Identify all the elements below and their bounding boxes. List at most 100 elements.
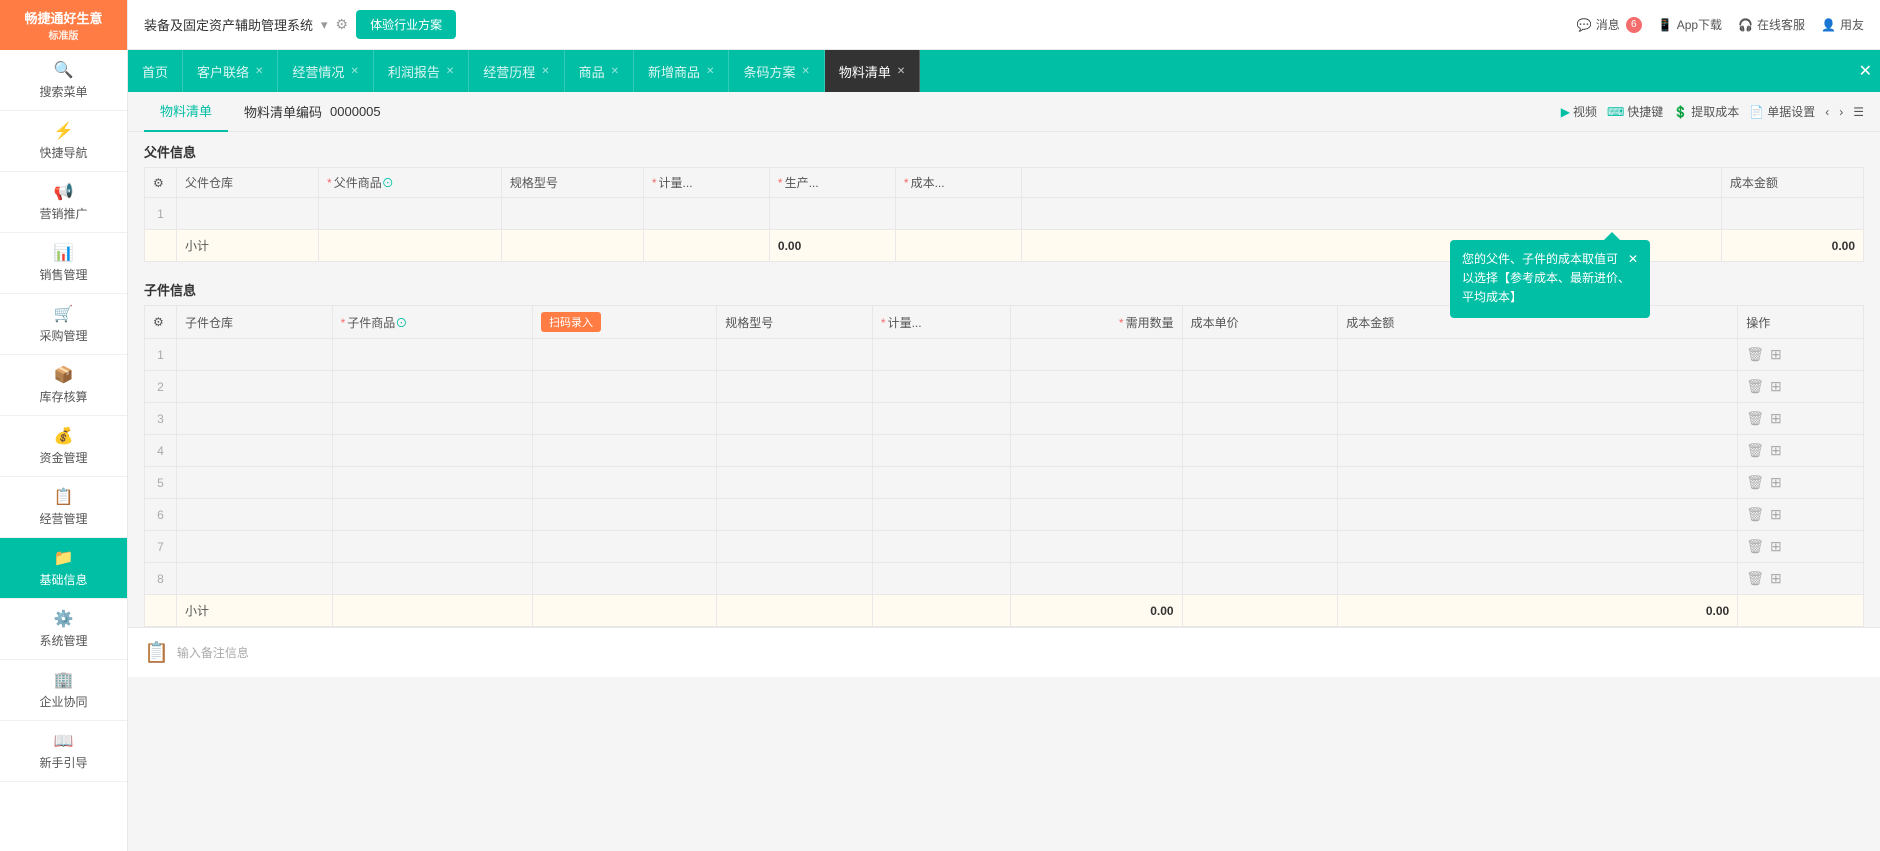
delete-icon-1[interactable]: 🗑 — [1746, 346, 1764, 363]
child-unit-2[interactable] — [872, 371, 1010, 403]
nav-tab-close-7[interactable]: ✕ — [801, 66, 809, 77]
note-placeholder[interactable]: 输入备注信息 — [177, 644, 249, 661]
child-unit-cost-5[interactable] — [1182, 467, 1338, 499]
nav-tab-7[interactable]: 条码方案✕ — [729, 50, 824, 92]
nav-tab-close-6[interactable]: ✕ — [706, 66, 714, 77]
sidebar-item-3[interactable]: 📊销售管理 — [0, 233, 127, 294]
child-scan-5[interactable] — [532, 467, 716, 499]
nav-tab-close-3[interactable]: ✕ — [446, 66, 454, 77]
system-dropdown-icon[interactable]: ▾ — [321, 17, 328, 33]
child-product-7[interactable] — [332, 531, 532, 563]
child-product-5[interactable] — [332, 467, 532, 499]
scan-input-button[interactable]: 扫码录入 — [541, 312, 601, 332]
sidebar-item-7[interactable]: 📋经营管理 — [0, 477, 127, 538]
child-spec-6[interactable] — [717, 499, 873, 531]
nav-tab-close-8[interactable]: ✕ — [897, 66, 905, 77]
sidebar-item-1[interactable]: ⚡快捷导航 — [0, 111, 127, 172]
delete-icon-7[interactable]: 🗑 — [1746, 538, 1764, 555]
sidebar-item-9[interactable]: ⚙️系统管理 — [0, 599, 127, 660]
nav-tab-3[interactable]: 利润报告✕ — [374, 50, 469, 92]
nav-left-btn[interactable]: ‹ — [1825, 105, 1829, 119]
sidebar-item-4[interactable]: 🛒采购管理 — [0, 294, 127, 355]
child-unit-7[interactable] — [872, 531, 1010, 563]
tooltip-close-btn[interactable]: ✕ — [1628, 250, 1638, 269]
child-product-4[interactable] — [332, 435, 532, 467]
sidebar-item-11[interactable]: 📖新手引导 — [0, 721, 127, 782]
child-scan-6[interactable] — [532, 499, 716, 531]
child-unit-cost-7[interactable] — [1182, 531, 1338, 563]
child-qty-6[interactable] — [1011, 499, 1183, 531]
child-qty-8[interactable] — [1011, 563, 1183, 595]
child-unit-cost-6[interactable] — [1182, 499, 1338, 531]
copy-icon-7[interactable]: ⊞ — [1770, 538, 1782, 555]
sidebar-item-0[interactable]: 🔍搜索菜单 — [0, 50, 127, 111]
copy-icon-4[interactable]: ⊞ — [1770, 442, 1782, 459]
child-product-3[interactable] — [332, 403, 532, 435]
parent-col-settings[interactable]: ⚙ — [145, 168, 177, 198]
child-unit-6[interactable] — [872, 499, 1010, 531]
parent-spec-1[interactable] — [501, 198, 643, 230]
copy-icon-1[interactable]: ⊞ — [1770, 346, 1782, 363]
child-qty-4[interactable] — [1011, 435, 1183, 467]
child-unit-8[interactable] — [872, 563, 1010, 595]
child-unit-1[interactable] — [872, 339, 1010, 371]
sidebar-item-5[interactable]: 📦库存核算 — [0, 355, 127, 416]
nav-tab-1[interactable]: 客户联络✕ — [183, 50, 278, 92]
experience-button[interactable]: 体验行业方案 — [356, 10, 456, 39]
nav-tab-4[interactable]: 经营历程✕ — [469, 50, 564, 92]
copy-icon-8[interactable]: ⊞ — [1770, 570, 1782, 587]
user-item[interactable]: 👤 用友 — [1821, 16, 1864, 33]
child-product-2[interactable] — [332, 371, 532, 403]
child-spec-8[interactable] — [717, 563, 873, 595]
child-unit-3[interactable] — [872, 403, 1010, 435]
copy-icon-5[interactable]: ⊞ — [1770, 474, 1782, 491]
delete-icon-6[interactable]: 🗑 — [1746, 506, 1764, 523]
delete-icon-3[interactable]: 🗑 — [1746, 410, 1764, 427]
parent-product-1[interactable] — [319, 198, 502, 230]
child-warehouse-1[interactable] — [177, 339, 333, 371]
child-spec-1[interactable] — [717, 339, 873, 371]
parent-cost-1[interactable] — [895, 198, 1021, 230]
delete-icon-2[interactable]: 🗑 — [1746, 378, 1764, 395]
child-unit-4[interactable] — [872, 435, 1010, 467]
child-col-settings[interactable]: ⚙ — [145, 306, 177, 339]
child-qty-3[interactable] — [1011, 403, 1183, 435]
shortcut-btn[interactable]: ⌨ 快捷键 — [1607, 103, 1663, 120]
nav-tab-0[interactable]: 首页 — [128, 50, 183, 92]
child-scan-4[interactable] — [532, 435, 716, 467]
child-spec-5[interactable] — [717, 467, 873, 499]
settings-icon[interactable]: ⚙ — [336, 16, 349, 33]
single-settings-btn[interactable]: 📄 单据设置 — [1749, 103, 1815, 120]
child-warehouse-4[interactable] — [177, 435, 333, 467]
view-video-btn[interactable]: ▶ 视频 — [1561, 103, 1597, 120]
child-unit-cost-8[interactable] — [1182, 563, 1338, 595]
child-scan-8[interactable] — [532, 563, 716, 595]
nav-tab-close-2[interactable]: ✕ — [350, 66, 358, 77]
child-product-6[interactable] — [332, 499, 532, 531]
nav-tab-close-4[interactable]: ✕ — [541, 66, 549, 77]
child-scan-3[interactable] — [532, 403, 716, 435]
child-unit-5[interactable] — [872, 467, 1010, 499]
sidebar-item-8[interactable]: 📁基础信息 — [0, 538, 127, 599]
child-qty-1[interactable] — [1011, 339, 1183, 371]
child-qty-2[interactable] — [1011, 371, 1183, 403]
sidebar-item-2[interactable]: 📢营销推广 — [0, 172, 127, 233]
child-unit-cost-4[interactable] — [1182, 435, 1338, 467]
child-warehouse-3[interactable] — [177, 403, 333, 435]
child-scan-1[interactable] — [532, 339, 716, 371]
app-download-item[interactable]: 📱 App下载 — [1658, 16, 1722, 33]
sidebar-item-6[interactable]: 💰资金管理 — [0, 416, 127, 477]
copy-icon-6[interactable]: ⊞ — [1770, 506, 1782, 523]
child-unit-cost-1[interactable] — [1182, 339, 1338, 371]
child-warehouse-5[interactable] — [177, 467, 333, 499]
nav-tab-close-1[interactable]: ✕ — [255, 66, 263, 77]
child-warehouse-7[interactable] — [177, 531, 333, 563]
child-warehouse-2[interactable] — [177, 371, 333, 403]
child-warehouse-8[interactable] — [177, 563, 333, 595]
message-item[interactable]: 💬 消息 6 — [1577, 16, 1642, 33]
child-spec-3[interactable] — [717, 403, 873, 435]
delete-icon-5[interactable]: 🗑 — [1746, 474, 1764, 491]
child-warehouse-6[interactable] — [177, 499, 333, 531]
parent-warehouse-1[interactable] — [177, 198, 319, 230]
nav-tab-close-5[interactable]: ✕ — [611, 66, 619, 77]
